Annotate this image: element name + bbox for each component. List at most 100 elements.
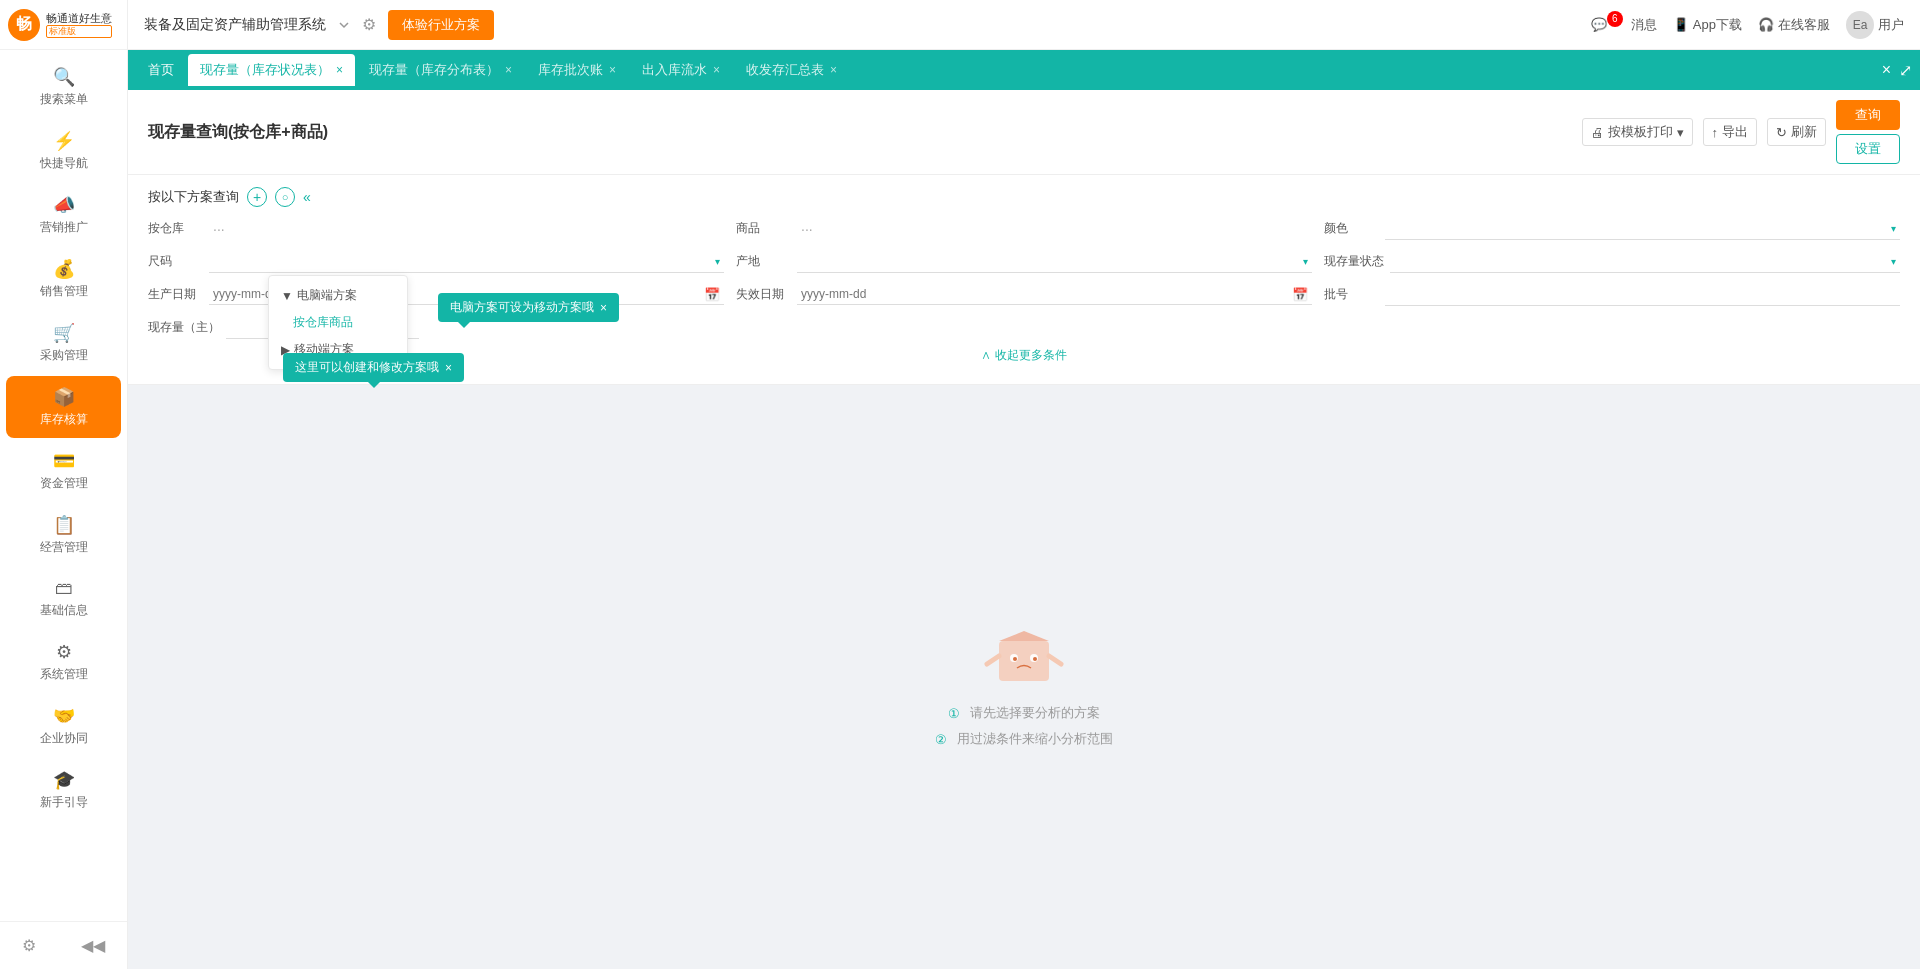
tree-label-warehouse: 按仓库商品 — [293, 314, 353, 331]
collapse-icon: ∧ — [981, 348, 991, 362]
header-gear-icon[interactable]: ⚙ — [362, 15, 376, 34]
tab-summary-label: 收发存汇总表 — [746, 61, 824, 79]
page-title: 现存量查询(按仓库+商品) — [148, 122, 328, 143]
tab-inventory-dist-label: 现存量（库存分布表） — [369, 61, 499, 79]
message-icon: 💬 — [1591, 17, 1607, 32]
filter-field-color: 颜色 ▾ — [1324, 217, 1900, 240]
tab-inventory-dist[interactable]: 现存量（库存分布表） × — [357, 54, 524, 86]
tab-home[interactable]: 首页 — [136, 54, 186, 86]
filter-add-button[interactable]: + — [247, 187, 267, 207]
tooltip1-close[interactable]: × — [600, 301, 607, 315]
sidebar-item-search[interactable]: 🔍 搜索菜单 — [6, 56, 121, 118]
logo-area: 畅 畅通道好生意 标准版 — [0, 0, 127, 50]
header-dropdown-icon[interactable] — [338, 19, 350, 31]
warehouse-dots[interactable]: ··· — [209, 221, 229, 237]
empty-step1: ① 请先选择要分析的方案 — [948, 704, 1100, 722]
messages-button[interactable]: 💬 6 消息 — [1591, 16, 1657, 34]
filter-edit-button[interactable]: ○ — [275, 187, 295, 207]
sidebar-item-sales-label: 销售管理 — [40, 283, 88, 300]
filter-arrow-button[interactable]: « — [303, 189, 311, 205]
filter-row-3: 生产日期 📅 失效日期 📅 批号 — [148, 283, 1900, 306]
tab-fullscreen-icon[interactable]: ⤢ — [1899, 61, 1912, 80]
export-label: 导出 — [1722, 123, 1748, 141]
sidebar-item-inventory[interactable]: 📦 库存核算 — [6, 376, 121, 438]
marketing-icon: 📣 — [53, 194, 75, 216]
tab-inventory-dist-close[interactable]: × — [505, 64, 512, 76]
color-label: 颜色 — [1324, 220, 1379, 237]
sidebar-item-quicknav[interactable]: ⚡ 快捷导航 — [6, 120, 121, 182]
base-icon: 🗃 — [55, 578, 73, 599]
sidebar-item-finance-label: 资金管理 — [40, 475, 88, 492]
filter-field-size: 尺码 ▾ — [148, 250, 724, 273]
tab-summary[interactable]: 收发存汇总表 × — [734, 54, 849, 86]
svg-line-6 — [1049, 656, 1061, 664]
refresh-button[interactable]: ↻ 刷新 — [1767, 118, 1826, 146]
industry-plan-button[interactable]: 体验行业方案 — [388, 10, 494, 40]
tooltip-create-popup: 这里可以创建和修改方案哦 × — [283, 353, 464, 382]
sidebar-item-collab-label: 企业协同 — [40, 730, 88, 747]
tab-close-all-icon[interactable]: × — [1882, 61, 1891, 80]
filter-field-goods: 商品 ··· — [736, 220, 1312, 237]
filter-field-stock-main: 现存量（主） — — [148, 316, 724, 339]
goods-dots[interactable]: ··· — [797, 221, 817, 237]
sidebar-item-marketing[interactable]: 📣 营销推广 — [6, 184, 121, 246]
system-name: 装备及固定资产辅助管理系统 — [144, 16, 326, 34]
size-select-wrap: ▾ — [209, 250, 724, 273]
search-button[interactable]: 查询 — [1836, 100, 1900, 130]
sidebar-item-system[interactable]: ⚙ 系统管理 — [6, 631, 121, 693]
size-select[interactable] — [209, 250, 724, 272]
sidebar-item-finance[interactable]: 💳 资金管理 — [6, 440, 121, 502]
tree-item-desktop[interactable]: ▼ 电脑端方案 — [269, 282, 407, 309]
template-print-button[interactable]: 🖨 按模板打印 ▾ — [1582, 118, 1693, 146]
system-icon: ⚙ — [56, 641, 72, 663]
color-select-wrap: ▾ — [1385, 217, 1900, 240]
tree-item-warehouse[interactable]: 按仓库商品 — [269, 309, 407, 336]
app-download-button[interactable]: 📱 App下载 — [1673, 16, 1742, 34]
user-profile[interactable]: Ea 用户 — [1846, 11, 1904, 39]
filter-field-batch: 批号 — [1324, 283, 1900, 306]
page-actions: 🖨 按模板打印 ▾ ↑ 导出 ↻ 刷新 查询 设置 — [1582, 100, 1901, 164]
origin-select[interactable] — [797, 250, 1312, 272]
tab-inout-flow-close[interactable]: × — [713, 64, 720, 76]
sidebar-item-purchase[interactable]: 🛒 采购管理 — [6, 312, 121, 374]
headset-icon: 🎧 — [1758, 17, 1774, 32]
sidebar-item-guide-label: 新手引导 — [40, 794, 88, 811]
content-area: 现存量查询(按仓库+商品) 🖨 按模板打印 ▾ ↑ 导出 ↻ 刷新 查询 设置 — [128, 90, 1920, 969]
tab-batch-account-close[interactable]: × — [609, 64, 616, 76]
finance-icon: 💳 — [53, 450, 75, 472]
expire-date-input[interactable] — [801, 287, 1292, 301]
sidebar-item-search-label: 搜索菜单 — [40, 91, 88, 108]
collapse-sidebar-icon[interactable]: ◀◀ — [77, 932, 109, 959]
tab-batch-account[interactable]: 库存批次账 × — [526, 54, 628, 86]
sidebar-item-guide[interactable]: 🎓 新手引导 — [6, 759, 121, 821]
origin-select-wrap: ▾ — [797, 250, 1312, 273]
sidebar-item-sales[interactable]: 💰 销售管理 — [6, 248, 121, 310]
settings-icon[interactable]: ⚙ — [18, 932, 40, 959]
tab-inventory-status-close[interactable]: × — [336, 64, 343, 76]
export-button[interactable]: ↑ 导出 — [1703, 118, 1758, 146]
guide-icon: 🎓 — [53, 769, 75, 791]
tooltip2-text: 这里可以创建和修改方案哦 — [295, 359, 439, 376]
batch-input[interactable] — [1385, 283, 1900, 306]
header-left: 装备及固定资产辅助管理系统 ⚙ 体验行业方案 — [144, 10, 494, 40]
inventory-icon: 📦 — [53, 386, 75, 408]
tab-inventory-status[interactable]: 现存量（库存状况表） × — [188, 54, 355, 86]
sidebar-item-collab[interactable]: 🤝 企业协同 — [6, 695, 121, 757]
app-download-label: App下载 — [1693, 16, 1742, 34]
tab-summary-close[interactable]: × — [830, 64, 837, 76]
produce-date-calendar-icon[interactable]: 📅 — [704, 287, 720, 302]
stock-status-select[interactable] — [1390, 250, 1900, 272]
online-support-label: 在线客服 — [1778, 16, 1830, 34]
sidebar-item-management[interactable]: 📋 经营管理 — [6, 504, 121, 566]
tab-inout-flow[interactable]: 出入库流水 × — [630, 54, 732, 86]
export-icon: ↑ — [1712, 125, 1719, 140]
online-support-button[interactable]: 🎧 在线客服 — [1758, 16, 1830, 34]
tooltip2-close[interactable]: × — [445, 361, 452, 375]
sidebar-item-base[interactable]: 🗃 基础信息 — [6, 568, 121, 629]
tab-inout-flow-label: 出入库流水 — [642, 61, 707, 79]
color-select[interactable] — [1385, 217, 1900, 239]
expire-date-calendar-icon[interactable]: 📅 — [1292, 287, 1308, 302]
reset-button[interactable]: 设置 — [1836, 134, 1900, 164]
tab-bar: 首页 现存量（库存状况表） × 现存量（库存分布表） × 库存批次账 × 出入库… — [128, 50, 1920, 90]
search-icon: 🔍 — [53, 66, 75, 88]
